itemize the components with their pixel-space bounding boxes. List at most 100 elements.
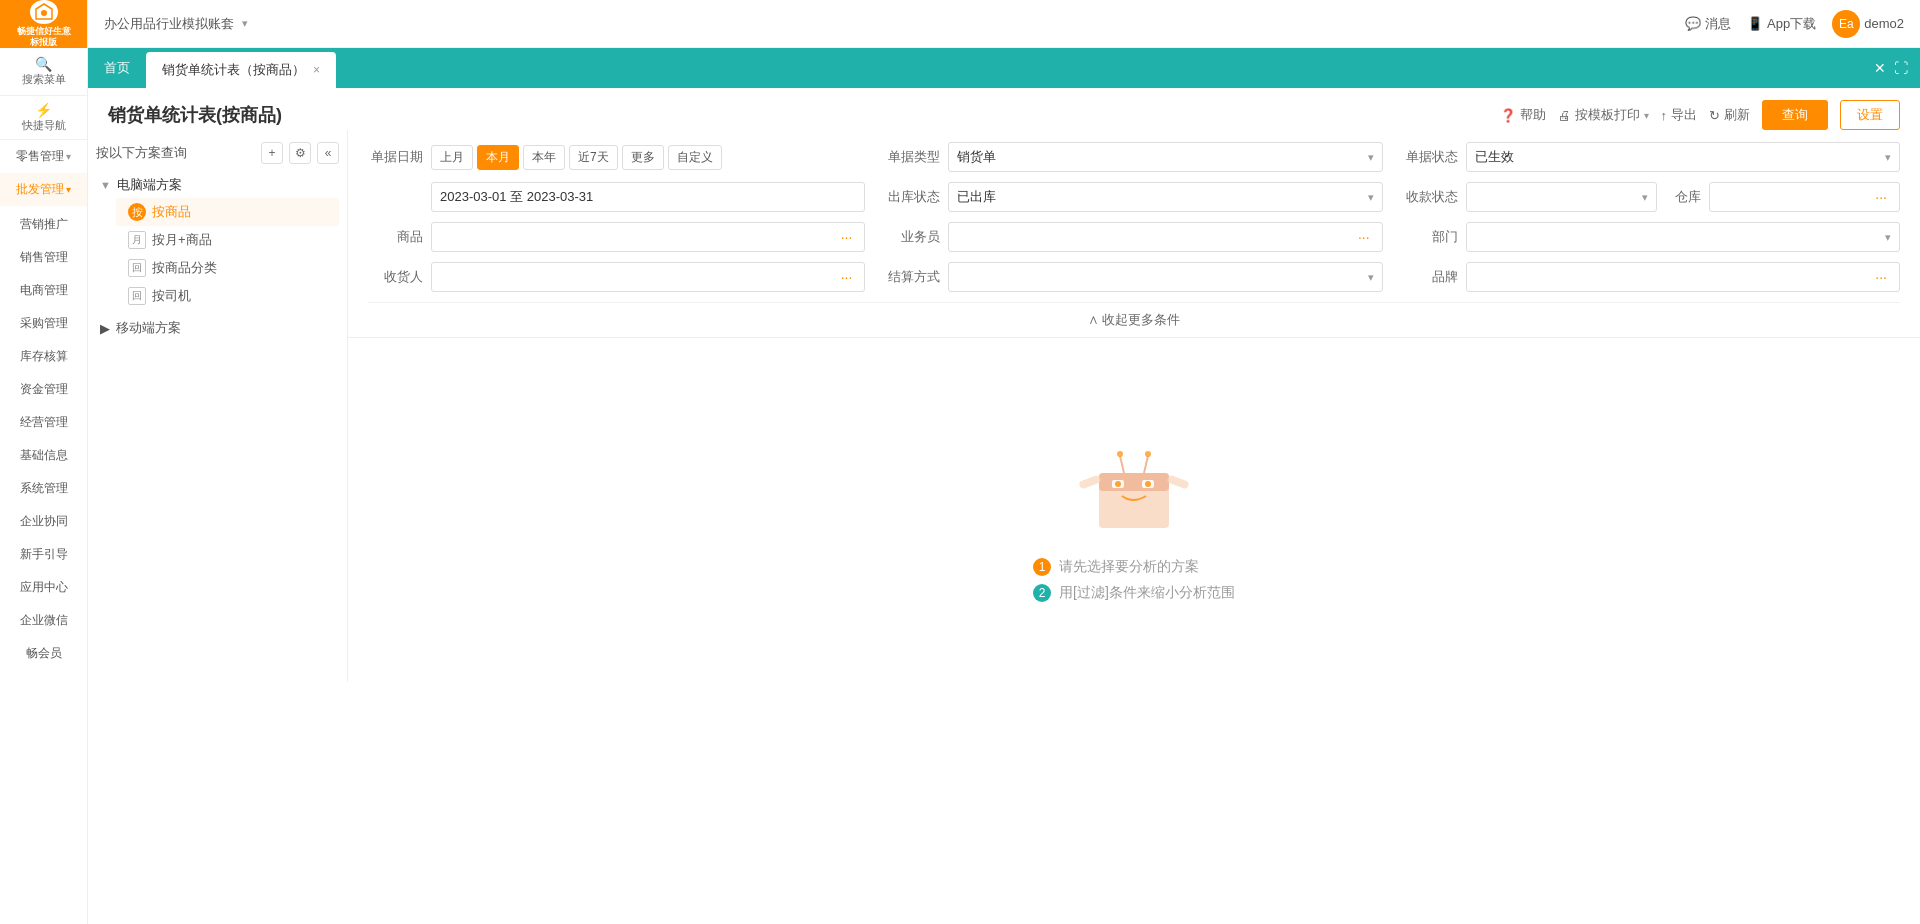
warehouse-label: 仓库: [1673, 188, 1701, 206]
by-product-category-label: 按商品分类: [152, 259, 217, 277]
ecommerce-label: 电商管理: [20, 282, 68, 299]
help-btn[interactable]: ❓ 帮助: [1500, 106, 1546, 124]
receiver-input[interactable]: ···: [431, 262, 865, 292]
tab-sales-stats[interactable]: 销货单统计表（按商品） ×: [146, 52, 336, 88]
salesperson-ellipsis[interactable]: ···: [1354, 229, 1374, 245]
pc-expand-icon: ▼: [100, 179, 111, 191]
mobile-section-header[interactable]: ▶ 移动端方案: [96, 314, 339, 342]
sidebar-item-appstore[interactable]: 应用中心: [0, 569, 87, 602]
filter-doc-type: 单据类型 销货单 ▾: [885, 142, 1382, 172]
doc-status-arrow-icon: ▾: [1885, 151, 1891, 164]
sidebar-item-membership[interactable]: 畅会员: [0, 635, 87, 668]
sidebar-item-operations[interactable]: 经营管理: [0, 404, 87, 437]
product-input[interactable]: ···: [431, 222, 865, 252]
tab-home[interactable]: 首页: [88, 48, 146, 88]
this-year-btn[interactable]: 本年: [523, 145, 565, 170]
by-month-product-label: 按月+商品: [152, 231, 212, 249]
panel-header: 按以下方案查询 + ⚙ «: [96, 142, 339, 164]
export-label: 导出: [1671, 106, 1697, 124]
sidebar-item-sales[interactable]: 销售管理: [0, 239, 87, 272]
sidebar-item-guide[interactable]: 新手引导: [0, 536, 87, 569]
add-scheme-btn[interactable]: +: [261, 142, 283, 164]
custom-btn[interactable]: 自定义: [668, 145, 722, 170]
window-expand-btn[interactable]: ⛶: [1894, 60, 1908, 76]
salesperson-label: 业务员: [885, 228, 940, 246]
sidebar-quicknav[interactable]: ⚡ 快捷导航: [0, 96, 87, 140]
pc-section[interactable]: ▼ 电脑端方案: [96, 172, 339, 198]
last-month-btn[interactable]: 上月: [431, 145, 473, 170]
by-cashier-icon: 回: [128, 287, 146, 305]
tab-close-btn[interactable]: ×: [313, 63, 320, 77]
salesperson-input[interactable]: ···: [948, 222, 1382, 252]
user-avatar-area[interactable]: Ea demo2: [1832, 10, 1904, 38]
sidebar-item-wechat[interactable]: 企业微信: [0, 602, 87, 635]
svg-rect-2: [1099, 473, 1169, 491]
collapse-bar[interactable]: ∧ 收起更多条件: [368, 302, 1900, 337]
basic-label: 基础信息: [20, 447, 68, 464]
product-ellipsis[interactable]: ···: [837, 229, 857, 245]
sidebar-item-basic[interactable]: 基础信息: [0, 437, 87, 470]
mobile-section: ▶ 移动端方案: [96, 314, 339, 342]
more-btn[interactable]: 更多: [622, 145, 664, 170]
query-button[interactable]: 查询: [1762, 100, 1828, 130]
collapse-panel-icon: «: [325, 146, 332, 160]
scheme-by-month-product[interactable]: 月 按月+商品: [116, 226, 339, 254]
brand-label: 品牌: [1403, 268, 1458, 286]
app-name-line1: 畅捷信好生意: [17, 26, 71, 37]
filter-out-status: 出库状态 已出库 ▾: [885, 182, 1382, 212]
by-month-product-icon: 月: [128, 231, 146, 249]
refresh-btn[interactable]: ↻ 刷新: [1709, 106, 1750, 124]
doc-status-select[interactable]: 已生效 ▾: [1466, 142, 1900, 172]
sidebar-item-finance[interactable]: 资金管理: [0, 371, 87, 404]
brand-ellipsis[interactable]: ···: [1871, 269, 1891, 285]
scheme-by-product[interactable]: 按 按商品: [116, 198, 339, 226]
settings-scheme-btn[interactable]: ⚙: [289, 142, 311, 164]
export-btn[interactable]: ↑ 导出: [1661, 106, 1698, 124]
collapse-panel-btn[interactable]: «: [317, 142, 339, 164]
window-close-btn[interactable]: ✕: [1874, 60, 1886, 76]
page-header: 销货单统计表(按商品) ❓ 帮助 🖨 按模板打印 ▾ ↑ 导出: [88, 88, 1920, 130]
this-month-btn[interactable]: 本月: [477, 145, 519, 170]
date-label: 单据日期: [368, 148, 423, 166]
sidebar-search-menu[interactable]: 🔍 搜索菜单: [0, 48, 87, 96]
last7-btn[interactable]: 近7天: [569, 145, 618, 170]
logo-icon: [30, 0, 58, 24]
sidebar-item-marketing[interactable]: 营销推广: [0, 206, 87, 239]
scheme-by-cashier[interactable]: 回 按司机: [116, 282, 339, 310]
empty-step-1: 1 请先选择要分析的方案: [1033, 558, 1235, 576]
payment-method-select[interactable]: ▾: [948, 262, 1382, 292]
sidebar-item-enterprise[interactable]: 企业协同: [0, 503, 87, 536]
operations-label: 经营管理: [20, 414, 68, 431]
brand-input[interactable]: ···: [1466, 262, 1900, 292]
warehouse-input[interactable]: ···: [1709, 182, 1900, 212]
sidebar-item-wholesale[interactable]: 批发管理 ▾: [0, 173, 87, 206]
system-label: 系统管理: [20, 480, 68, 497]
date-range-box[interactable]: 2023-03-01 至 2023-03-31: [431, 182, 865, 212]
payment-status-select[interactable]: ▾: [1466, 182, 1657, 212]
app-download-label: App下载: [1767, 15, 1816, 33]
product-label: 商品: [368, 228, 423, 246]
svg-line-9: [1120, 456, 1124, 473]
scheme-by-product-category[interactable]: 回 按商品分类: [116, 254, 339, 282]
sidebar-item-inventory[interactable]: 库存核算: [0, 338, 87, 371]
receiver-ellipsis[interactable]: ···: [837, 269, 857, 285]
filter-row-1: 单据日期 上月 本月 本年 近7天 更多 自定义: [368, 142, 1900, 172]
sidebar-item-purchase[interactable]: 采购管理: [0, 305, 87, 338]
print-btn[interactable]: 🖨 按模板打印 ▾: [1558, 106, 1649, 124]
doc-type-select[interactable]: 销货单 ▾: [948, 142, 1382, 172]
workspace-section: 办公用品行业模拟账套 ▾: [104, 15, 248, 33]
app-logo: 畅捷信好生意 标报版: [0, 0, 87, 48]
department-select[interactable]: ▾: [1466, 222, 1900, 252]
help-icon: ❓: [1500, 108, 1516, 123]
sidebar-item-ecommerce[interactable]: 电商管理: [0, 272, 87, 305]
step2-text: 用[过滤]条件来缩小分析范围: [1059, 584, 1235, 602]
message-btn[interactable]: 💬 消息: [1685, 15, 1731, 33]
settings-button[interactable]: 设置: [1840, 100, 1900, 130]
app-download-btn[interactable]: 📱 App下载: [1747, 15, 1816, 33]
sidebar-item-system[interactable]: 系统管理: [0, 470, 87, 503]
workspace-dropdown-icon[interactable]: ▾: [242, 17, 248, 30]
sidebar-item-retail[interactable]: 零售管理 ▾: [0, 140, 87, 173]
window-controls: ✕ ⛶: [1874, 60, 1920, 76]
out-status-select[interactable]: 已出库 ▾: [948, 182, 1382, 212]
warehouse-ellipsis[interactable]: ···: [1871, 189, 1891, 205]
